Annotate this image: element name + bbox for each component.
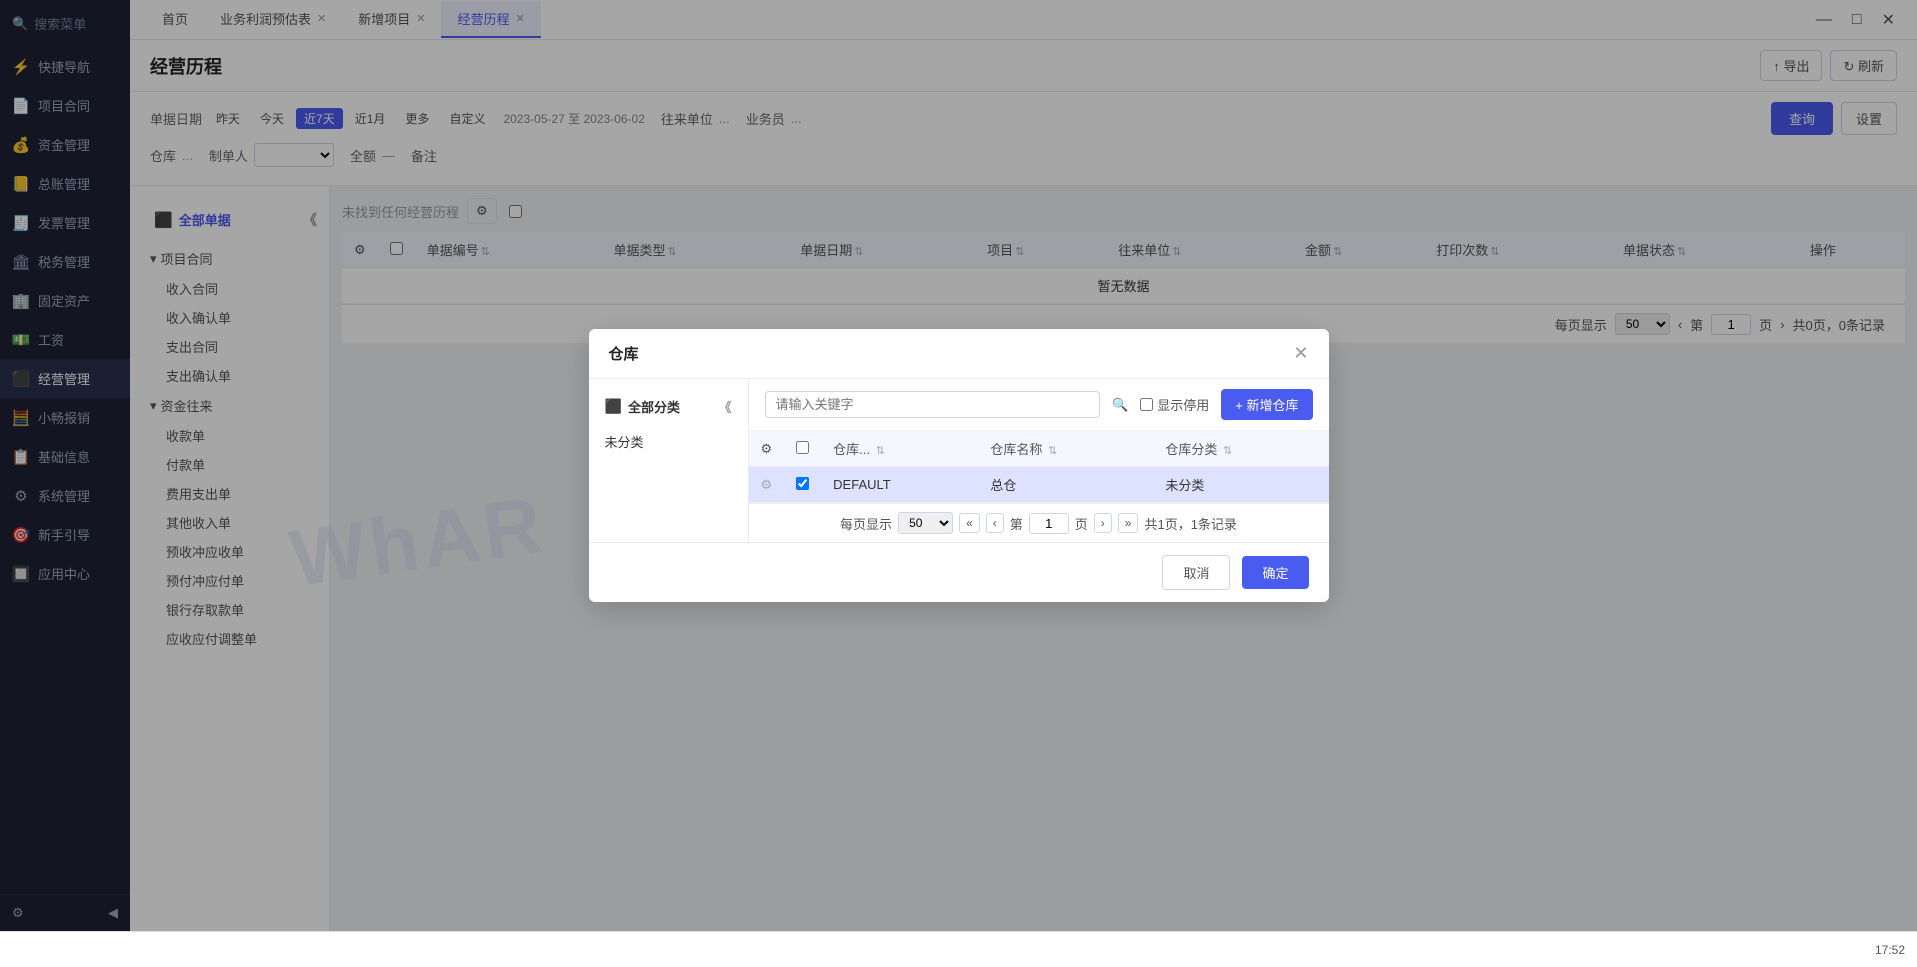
modal-search-icon[interactable]: 🔍 — [1112, 397, 1128, 413]
modal-first-page-button[interactable]: « — [959, 513, 980, 533]
modal-next-page-button[interactable]: › — [1094, 513, 1112, 533]
modal-left-panel: ⬛ 全部分类 《 未分类 — [589, 379, 749, 542]
modal-page-input[interactable] — [1029, 513, 1069, 534]
modal-prev-page-button[interactable]: ‹ — [986, 513, 1004, 533]
modal-select-all-checkbox[interactable] — [796, 441, 809, 454]
modal-table-body: ⚙ DEFAULT 总仓 未分类 — [749, 467, 1329, 503]
modal-title: 仓库 — [609, 343, 639, 364]
show-disabled-label[interactable]: 显示停用 — [1140, 395, 1209, 414]
row-category-cell: 未分类 — [1153, 467, 1328, 503]
modal-body: ⬛ 全部分类 《 未分类 🔍 显示停用 — [589, 379, 1329, 542]
row-checkbox[interactable] — [796, 477, 809, 490]
modal-left-item-label: 未分类 — [605, 432, 644, 451]
modal-search-input[interactable] — [765, 391, 1101, 418]
modal-search-bar: 🔍 显示停用 + 新增仓库 — [749, 379, 1329, 431]
modal-th-code: 仓库... ⇅ — [821, 431, 978, 467]
warehouse-modal: 仓库 ✕ ⬛ 全部分类 《 未分类 — [589, 329, 1329, 602]
add-warehouse-button[interactable]: + 新增仓库 — [1221, 389, 1312, 420]
modal-footer: 取消 确定 — [589, 542, 1329, 602]
modal-last-page-button[interactable]: » — [1118, 513, 1139, 533]
row-check-cell[interactable] — [784, 467, 821, 503]
modal-table: ⚙ 仓库... ⇅ 仓库名称 ⇅ — [749, 431, 1329, 503]
show-disabled-checkbox[interactable] — [1140, 398, 1153, 411]
table-row[interactable]: ⚙ DEFAULT 总仓 未分类 — [749, 467, 1329, 503]
modal-table-header-row: ⚙ 仓库... ⇅ 仓库名称 ⇅ — [749, 431, 1329, 467]
modal-per-page-select[interactable]: 50 10 20 100 — [898, 512, 953, 534]
cancel-button[interactable]: 取消 — [1162, 555, 1230, 590]
modal-left-header: ⬛ 全部分类 《 — [589, 389, 748, 424]
row-code-cell: DEFAULT — [821, 467, 978, 503]
grid-icon-modal: ⬛ — [605, 398, 622, 415]
modal-right-panel: 🔍 显示停用 + 新增仓库 ⚙ — [749, 379, 1329, 542]
modal-left-toggle-icon[interactable]: 《 — [718, 397, 731, 416]
modal-all-label: 全部分类 — [628, 397, 680, 416]
modal-all-category[interactable]: ⬛ 全部分类 — [605, 397, 680, 416]
confirm-button[interactable]: 确定 — [1242, 556, 1308, 589]
modal-page-label: 第 — [1010, 514, 1023, 533]
modal-overlay[interactable]: 仓库 ✕ ⬛ 全部分类 《 未分类 — [0, 0, 1917, 931]
row-name-cell: 总仓 — [978, 467, 1153, 503]
modal-th-gear: ⚙ — [749, 431, 785, 467]
modal-page-suffix: 页 — [1075, 514, 1088, 533]
modal-th-category: 仓库分类 ⇅ — [1153, 431, 1328, 467]
modal-header: 仓库 ✕ — [589, 329, 1329, 379]
modal-left-uncategorized[interactable]: 未分类 — [589, 424, 748, 459]
taskbar-time: 17:52 — [1875, 943, 1905, 957]
modal-close-icon[interactable]: ✕ — [1293, 343, 1308, 364]
taskbar: 17:52 — [0, 931, 1917, 967]
modal-per-page-label: 每页显示 — [840, 514, 892, 533]
modal-th-name: 仓库名称 ⇅ — [978, 431, 1153, 467]
modal-table-area: ⚙ 仓库... ⇅ 仓库名称 ⇅ — [749, 431, 1329, 503]
modal-th-check — [784, 431, 821, 467]
modal-pagination: 每页显示 50 10 20 100 « ‹ 第 页 › » 共1页，1条记录 — [749, 503, 1329, 542]
modal-total-label: 共1页，1条记录 — [1144, 514, 1236, 533]
row-gear-cell: ⚙ — [749, 467, 785, 503]
